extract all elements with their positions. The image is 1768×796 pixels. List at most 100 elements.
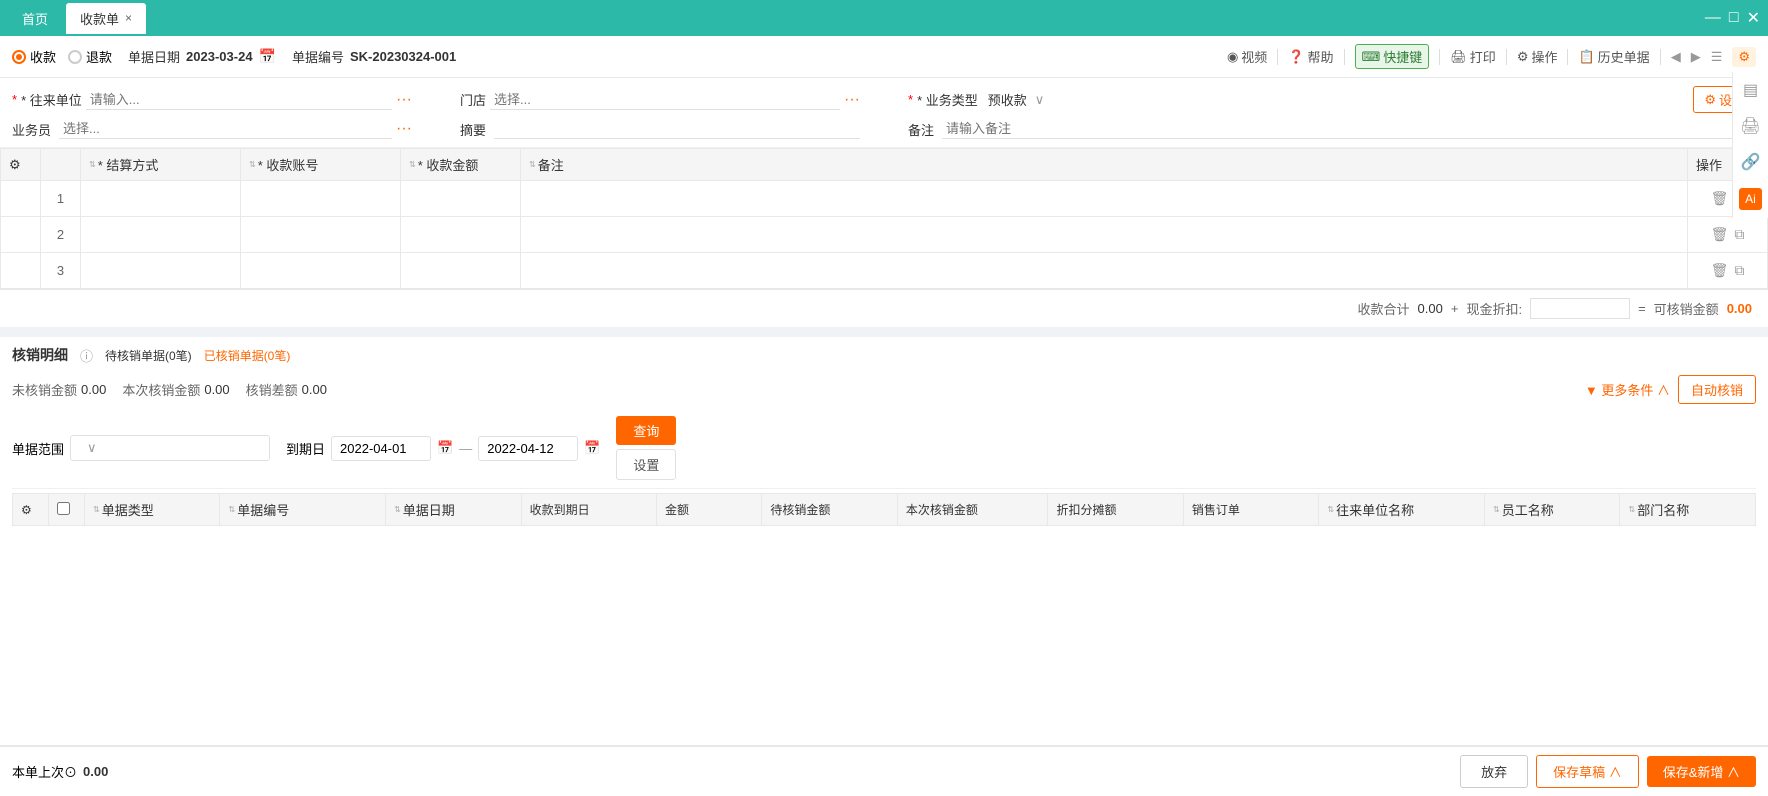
due-date-end[interactable] [478, 436, 578, 461]
delete-icon-2[interactable]: 🗑 [1711, 226, 1729, 243]
save-new-button[interactable]: 保存&新增 ∧ [1647, 756, 1756, 787]
main-content: 收款 退款 单据日期 2023-03-24 📅 单据编号 SK-20230324… [0, 36, 1768, 796]
salesman-field: 业务员 ··· [12, 119, 412, 139]
tab-active[interactable]: 收款单 × [66, 3, 146, 34]
action-video[interactable]: ◉ 视频 [1227, 47, 1267, 66]
due-date-filter: 到期日 📅 — 📅 [286, 436, 600, 461]
bth-doc-type[interactable]: ⇅ 单据类型 [85, 494, 220, 526]
range-select[interactable]: ∨ [70, 435, 270, 461]
verification-section: 核销明细 ⓘ 待核销单据(0笔) 已核销单据(0笔) 未核销金额 0.00 本次… [0, 337, 1768, 796]
td-remark-2[interactable] [521, 217, 1688, 253]
td-settlement-2[interactable] [81, 217, 241, 253]
from-unit-input[interactable] [86, 90, 392, 110]
window-close-icon[interactable]: ✕ [1747, 8, 1760, 28]
copy-icon-3[interactable]: ⧉ [1734, 262, 1744, 279]
copy-icon-2[interactable]: ⧉ [1734, 226, 1744, 243]
delete-icon-1[interactable]: 🗑 [1711, 190, 1729, 207]
shop-more-btn[interactable]: ··· [844, 91, 860, 109]
due-date-end-icon[interactable]: 📅 [584, 440, 600, 456]
filter-settings-button[interactable]: 设置 [616, 449, 676, 480]
bth-doc-date-label: 单据日期 [403, 500, 455, 519]
bth-employee-label: 员工名称 [1502, 500, 1554, 519]
discount-input[interactable] [1530, 298, 1630, 319]
delete-icon-3[interactable]: 🗑 [1711, 262, 1729, 279]
from-unit-more-btn[interactable]: ··· [396, 91, 412, 109]
radio-shoukuan[interactable]: 收款 [12, 47, 56, 66]
bth-dept[interactable]: ⇅ 部门名称 [1620, 494, 1756, 526]
tab-verified[interactable]: 已核销单据(0笔) [204, 347, 291, 364]
tab-bar: 首页 收款单 × — □ ✕ [0, 0, 1768, 36]
equals-label: = [1638, 301, 1646, 316]
td-settlement-1[interactable] [81, 181, 241, 217]
verification-info-icon[interactable]: ⓘ [80, 346, 93, 365]
sidebar-link-icon[interactable]: 🔗 [1741, 152, 1761, 172]
filter-row: 单据范围 ∨ 到期日 📅 — 📅 查询 设置 [12, 408, 1756, 489]
bth-settings[interactable]: ⚙ [13, 494, 49, 526]
td-account-3[interactable] [241, 253, 401, 289]
window-minimize-icon[interactable]: — [1705, 9, 1721, 27]
nav-list-icon[interactable]: ☰ [1711, 49, 1723, 65]
nav-next-icon[interactable]: ▶ [1691, 49, 1701, 65]
bth-doc-date[interactable]: ⇅ 单据日期 [386, 494, 521, 526]
td-amount-3[interactable] [401, 253, 521, 289]
action-ops[interactable]: ⚙ 操作 [1517, 47, 1558, 66]
summary-input[interactable] [494, 119, 860, 139]
discount-label: 现金折扣: [1466, 299, 1522, 318]
save-draft-button[interactable]: 保存草稿 ∧ [1536, 755, 1639, 788]
action-history[interactable]: 📋 历史单据 [1578, 47, 1649, 66]
bth-employee[interactable]: ⇅ 员工名称 [1485, 494, 1620, 526]
stat-diff-label: 核销差额 [246, 380, 298, 399]
query-button[interactable]: 查询 [616, 416, 676, 445]
stat-unverified-label: 未核销金额 [12, 380, 77, 399]
td-remark-3[interactable] [521, 253, 1688, 289]
help-icon: ❓ [1288, 49, 1304, 65]
abandon-button[interactable]: 放弃 [1460, 755, 1528, 788]
sidebar-print-icon[interactable]: 🖨 [1740, 116, 1760, 136]
sidebar-table-icon[interactable]: ▤ [1743, 80, 1758, 100]
section-divider [0, 327, 1768, 337]
td-settlement-3[interactable] [81, 253, 241, 289]
sidebar-ai-icon[interactable]: Ai [1739, 188, 1762, 210]
th-amount-sort[interactable]: ⇅ * 收款金额 [409, 155, 512, 174]
window-maximize-icon[interactable]: □ [1729, 9, 1739, 27]
action-help[interactable]: ❓ 帮助 [1288, 47, 1333, 66]
select-all-checkbox[interactable] [57, 502, 70, 515]
th-settlement-sort[interactable]: ⇅ * 结算方式 [89, 155, 232, 174]
shop-input[interactable] [490, 90, 840, 110]
td-remark-1[interactable] [521, 181, 1688, 217]
th-remark-sort[interactable]: ⇅ 备注 [529, 155, 1679, 174]
salesman-input[interactable] [59, 119, 392, 139]
td-account-1[interactable] [241, 181, 401, 217]
more-filter-btn[interactable]: ▼ 更多条件 ∧ [1585, 380, 1670, 399]
nav-prev-icon[interactable]: ◀ [1671, 49, 1681, 65]
due-date-start[interactable] [331, 436, 431, 461]
print-label: 打印 [1470, 47, 1496, 66]
auto-verify-button[interactable]: 自动核销 [1678, 375, 1756, 404]
td-amount-1[interactable] [401, 181, 521, 217]
stat-this-verify-label: 本次核销金额 [122, 380, 200, 399]
no-value[interactable]: SK-20230324-001 [350, 49, 456, 64]
bth-doc-no[interactable]: ⇅ 单据编号 [220, 494, 386, 526]
td-account-2[interactable] [241, 217, 401, 253]
remark-input[interactable] [942, 119, 1756, 139]
biz-type-arrow[interactable]: ∨ [1035, 92, 1045, 108]
bth-partner[interactable]: ⇅ 往来单位名称 [1319, 494, 1485, 526]
date-value[interactable]: 2023-03-24 [186, 49, 253, 64]
salesman-more-btn[interactable]: ··· [396, 120, 412, 138]
biz-type-field: * * 业务类型 预收款 ∨ [908, 90, 1685, 109]
nav-settings-icon[interactable]: ⚙ [1732, 47, 1756, 67]
th-settings[interactable]: ⚙ [1, 149, 41, 181]
th-account-sort[interactable]: ⇅ * 收款账号 [249, 155, 392, 174]
date-calendar-icon[interactable]: 📅 [259, 48, 276, 65]
radio-group: 收款 退款 [12, 47, 112, 66]
due-date-start-icon[interactable]: 📅 [437, 440, 453, 456]
tab-home[interactable]: 首页 [8, 3, 62, 34]
radio-tuikuan[interactable]: 退款 [68, 47, 112, 66]
action-shortcut[interactable]: ⌨ 快捷键 [1355, 44, 1430, 69]
tab-pending[interactable]: 待核销单据(0笔) [105, 347, 192, 364]
tab-close-icon[interactable]: × [125, 11, 132, 25]
sort-doc-type: ⇅ [93, 506, 100, 514]
td-amount-2[interactable] [401, 217, 521, 253]
filter-right: ▼ 更多条件 ∧ 自动核销 [1585, 375, 1756, 404]
action-print[interactable]: 🖨 打印 [1450, 47, 1496, 66]
